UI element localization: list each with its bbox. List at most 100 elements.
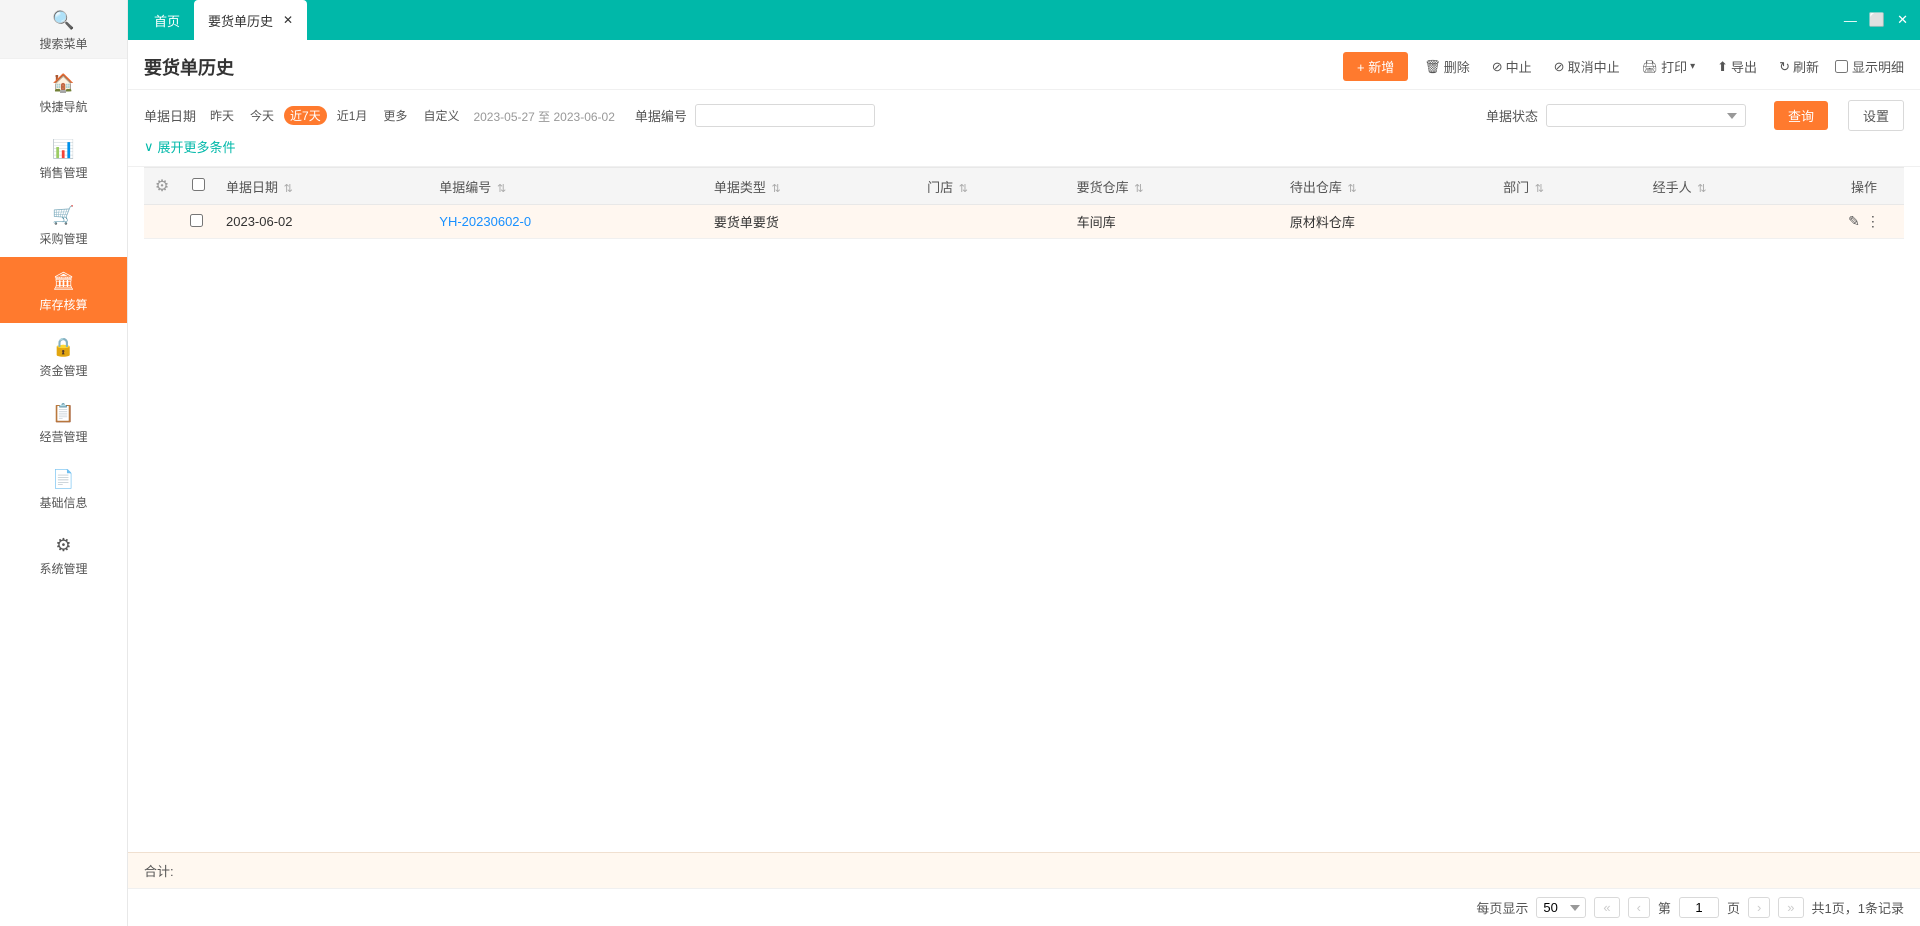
cell-store (917, 205, 1066, 239)
sidebar-item-inventory[interactable]: 🏛 库存核算 (0, 257, 127, 323)
total-info: 共1页，1条记录 (1812, 898, 1904, 917)
page-suffix: 页 (1727, 898, 1740, 917)
window-minimize-icon[interactable]: — (1844, 13, 1857, 28)
cell-settings (144, 205, 180, 239)
sidebar-item-label: 快捷导航 (39, 98, 87, 115)
cell-doc-date: 2023-06-02 (216, 205, 429, 239)
sidebar-item-basic-info[interactable]: 📄 基础信息 (0, 455, 127, 521)
page-header: 要货单历史 + 新增 🗑 删除 ⊘ 中止 ⊘ 取消中止 🖨 打印 (128, 40, 1920, 90)
window-close-icon[interactable]: ✕ (1897, 12, 1908, 28)
date-btn-yesterday[interactable]: 昨天 (204, 106, 240, 125)
doc-no-input[interactable] (695, 104, 875, 127)
edit-op-btn[interactable]: ✎ (1848, 213, 1860, 230)
sidebar-item-label: 资金管理 (39, 362, 87, 379)
expand-icon: ∨ (144, 139, 154, 155)
ops-buttons: ✎ ⋮ (1834, 213, 1894, 230)
settings-button[interactable]: 设置 (1848, 100, 1904, 131)
tab-home[interactable]: 首页 (140, 0, 194, 40)
content-area: 要货单历史 + 新增 🗑 删除 ⊘ 中止 ⊘ 取消中止 🖨 打印 (128, 40, 1920, 926)
suspend-icon: ⊘ (1492, 59, 1503, 75)
sort-doc-date-icon: ⇅ (284, 183, 293, 195)
date-btn-last-month[interactable]: 近1月 (331, 106, 374, 125)
main-area: 首页 要货单历史 ✕ — ⬜ ✕ 要货单历史 + 新增 🗑 删除 ⊘ (128, 0, 1920, 926)
sidebar-item-operations[interactable]: 📋 经营管理 (0, 389, 127, 455)
chart-icon: 📊 (52, 139, 74, 160)
last-page-btn[interactable]: » (1778, 897, 1803, 918)
filter-row: 单据日期 昨天 今天 近7天 近1月 更多 自定义 2023-05-27 至 2… (144, 100, 1904, 131)
cell-req-warehouse: 车间库 (1067, 205, 1280, 239)
display-detail-toggle[interactable]: 显示明细 (1835, 57, 1904, 76)
display-detail-checkbox[interactable] (1835, 60, 1848, 73)
gear-icon: ⚙ (55, 535, 71, 556)
filter-area: 单据日期 昨天 今天 近7天 近1月 更多 自定义 2023-05-27 至 2… (128, 90, 1920, 167)
sidebar-item-finance[interactable]: 🔒 资金管理 (0, 323, 127, 389)
date-btn-custom[interactable]: 自定义 (417, 106, 465, 125)
th-settings: ⚙ (144, 168, 180, 205)
window-maximize-icon[interactable]: ⬜ (1869, 12, 1885, 28)
expand-more-btn[interactable]: ∨ 展开更多条件 (144, 137, 1904, 156)
tab-requisition-label: 要货单历史 (208, 11, 273, 30)
suspend-button[interactable]: ⊘ 中止 (1486, 54, 1538, 79)
th-handler[interactable]: 经手人 ⇅ (1643, 168, 1824, 205)
topbar-right-controls: — ⬜ ✕ (1844, 12, 1908, 28)
current-page-input[interactable] (1679, 897, 1719, 918)
date-range-display: 2023-05-27 至 2023-06-02 (473, 108, 614, 125)
sort-doc-type-icon: ⇅ (771, 183, 780, 195)
delete-icon: 🗑 (1424, 59, 1441, 75)
more-op-btn[interactable]: ⋮ (1866, 213, 1880, 230)
doc-no-filter: 单据编号 (635, 104, 875, 127)
th-doc-date[interactable]: 单据日期 ⇅ (216, 168, 429, 205)
status-label: 单据状态 (1486, 106, 1538, 125)
sort-handler-icon: ⇅ (1697, 183, 1706, 195)
export-button[interactable]: ⬆ 导出 (1711, 54, 1763, 79)
next-page-btn[interactable]: › (1748, 897, 1770, 918)
date-btn-today[interactable]: 今天 (244, 106, 280, 125)
th-req-warehouse[interactable]: 要货仓库 ⇅ (1067, 168, 1280, 205)
row-checkbox[interactable] (190, 214, 203, 227)
column-settings-icon[interactable]: ⚙ (155, 178, 169, 195)
prev-page-btn[interactable]: ‹ (1628, 897, 1650, 918)
sidebar-item-label: 库存核算 (39, 296, 87, 313)
topbar: 首页 要货单历史 ✕ — ⬜ ✕ (128, 0, 1920, 40)
sidebar-item-quick-nav[interactable]: 🏠 快捷导航 (0, 59, 127, 125)
refresh-button[interactable]: ↻ 刷新 (1773, 54, 1825, 79)
cell-dept (1493, 205, 1642, 239)
status-filter: 单据状态 (1486, 104, 1746, 127)
th-dept[interactable]: 部门 ⇅ (1493, 168, 1642, 205)
sidebar-item-search-menu[interactable]: 🔍 搜索菜单 (0, 0, 127, 59)
sort-doc-no-icon: ⇅ (497, 183, 506, 195)
tab-requisition-history[interactable]: 要货单历史 ✕ (194, 0, 307, 40)
sidebar-item-label: 系统管理 (39, 560, 87, 577)
table-footer: 合计: (128, 852, 1920, 888)
sidebar-item-system[interactable]: ⚙ 系统管理 (0, 521, 127, 587)
status-select[interactable] (1546, 104, 1746, 127)
th-ops: 操作 (1824, 168, 1904, 205)
lock-icon: 🔒 (52, 337, 74, 358)
sidebar-item-sales[interactable]: 📊 销售管理 (0, 125, 127, 191)
date-btn-more[interactable]: 更多 (377, 106, 413, 125)
new-button[interactable]: + 新增 (1343, 52, 1408, 81)
th-doc-no[interactable]: 单据编号 ⇅ (429, 168, 704, 205)
doc-no-link[interactable]: YH-20230602-0 (439, 214, 531, 229)
sort-pending-warehouse-icon: ⇅ (1348, 183, 1357, 195)
delete-button[interactable]: 🗑 删除 (1418, 54, 1476, 79)
tab-close-icon[interactable]: ✕ (283, 13, 293, 27)
sort-dept-icon: ⇅ (1535, 183, 1544, 195)
date-filter-label: 单据日期 (144, 106, 196, 125)
cell-pending-warehouse: 原材料仓库 (1280, 205, 1493, 239)
per-page-select[interactable]: 50 20 100 200 (1536, 897, 1586, 918)
select-all-checkbox[interactable] (192, 178, 205, 191)
query-button[interactable]: 查询 (1774, 101, 1828, 130)
cancel-suspend-button[interactable]: ⊘ 取消中止 (1548, 54, 1626, 79)
date-btn-last7days[interactable]: 近7天 (284, 106, 327, 125)
table-row: 2023-06-02 YH-20230602-0 要货单要货 车间库 原材料仓库 (144, 205, 1904, 239)
table-container: ⚙ 单据日期 ⇅ 单据编号 ⇅ (128, 167, 1920, 852)
print-button[interactable]: 🖨 打印 ▾ (1636, 54, 1702, 79)
th-pending-warehouse[interactable]: 待出仓库 ⇅ (1280, 168, 1493, 205)
sidebar-item-purchase[interactable]: 🛒 采购管理 (0, 191, 127, 257)
pagination: 每页显示 50 20 100 200 « ‹ 第 页 › » 共1页，1条记录 (128, 888, 1920, 926)
th-store[interactable]: 门店 ⇅ (917, 168, 1066, 205)
first-page-btn[interactable]: « (1594, 897, 1619, 918)
th-doc-type[interactable]: 单据类型 ⇅ (704, 168, 917, 205)
cell-doc-no: YH-20230602-0 (429, 205, 704, 239)
